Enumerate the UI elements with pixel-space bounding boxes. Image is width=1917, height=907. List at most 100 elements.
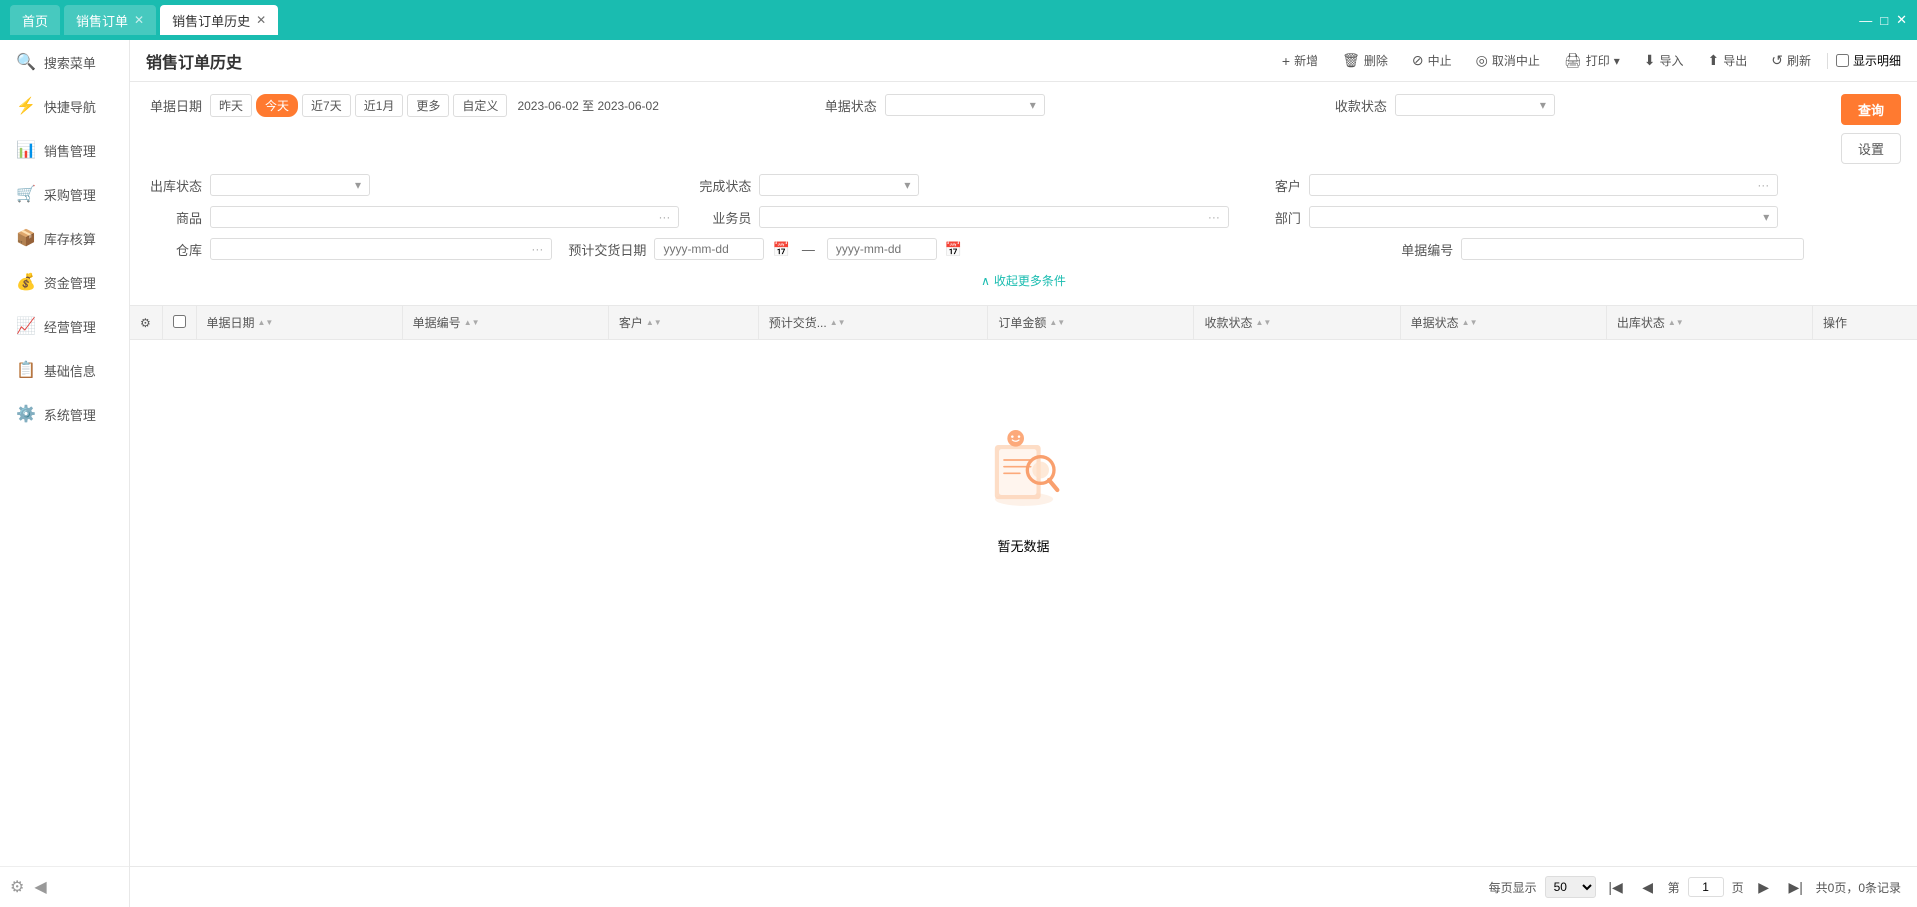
th-date[interactable]: 单据日期 ▲▼ <box>196 306 402 340</box>
salesperson-field[interactable]: ··· <box>759 206 1228 228</box>
sidebar-item-search-label: 搜索菜单 <box>44 53 96 72</box>
system-icon: ⚙️ <box>16 404 36 424</box>
expected-date-to[interactable] <box>827 238 937 260</box>
show-detail-checkbox[interactable] <box>1836 54 1849 67</box>
bill-status-arrow: ▾ <box>1030 98 1036 112</box>
date-range-text: 2023-06-02 至 2023-06-02 <box>517 97 658 114</box>
sort-bill-status[interactable]: 单据状态 ▲▼ <box>1411 314 1478 331</box>
sidebar-item-sales-label: 销售管理 <box>44 141 96 160</box>
page-label-suffix: 页 <box>1732 879 1744 896</box>
tab-sales-order-close[interactable]: ✕ <box>134 13 144 27</box>
sort-date[interactable]: 单据日期 ▲▼ <box>207 314 274 331</box>
sort-payment-status[interactable]: 收款状态 ▲▼ <box>1204 314 1271 331</box>
content-area: 销售订单历史 + 新增 🗑 删除 ⊘ 中止 ◎ 取消中止 <box>130 40 1917 907</box>
bill-status-select[interactable]: ▾ <box>885 94 1045 116</box>
sidebar-collapse-icon[interactable]: ◀ <box>34 877 46 897</box>
sidebar-item-inventory[interactable]: 📦 库存核算 <box>0 216 129 260</box>
expected-date-from[interactable] <box>654 238 764 260</box>
tab-sales-order-history[interactable]: 销售订单历史 ✕ <box>160 5 278 35</box>
sort-shipment-status[interactable]: 出库状态 ▲▼ <box>1617 314 1684 331</box>
th-date-label: 单据日期 <box>207 314 255 331</box>
warehouse-field[interactable]: ··· <box>210 238 552 260</box>
bill-number-input[interactable] <box>1461 238 1803 260</box>
delete-button[interactable]: 🗑 删除 <box>1334 48 1396 73</box>
sort-customer[interactable]: 客户 ▲▼ <box>619 314 662 331</box>
tab-sales-order-history-label: 销售订单历史 <box>172 11 250 30</box>
window-minimize[interactable]: — <box>1859 13 1872 28</box>
tab-home-label: 首页 <box>22 11 48 30</box>
sidebar-item-finance[interactable]: 💰 资金管理 <box>0 260 129 304</box>
goods-field[interactable]: ··· <box>210 206 679 228</box>
query-button[interactable]: 查询 <box>1841 94 1901 125</box>
sidebar-item-operations[interactable]: 📈 经营管理 <box>0 304 129 348</box>
export-button[interactable]: ⬆ 导出 <box>1699 48 1755 73</box>
import-icon: ⬇ <box>1644 52 1656 69</box>
settings-icon[interactable]: ⚙ <box>140 316 151 330</box>
refresh-icon: ↺ <box>1771 52 1783 69</box>
show-detail-checkbox-label[interactable]: 显示明细 <box>1836 52 1901 69</box>
print-button[interactable]: 🖨 打印 ▾ <box>1556 48 1628 73</box>
th-payment-status[interactable]: 收款状态 ▲▼ <box>1194 306 1400 340</box>
th-payment-status-label: 收款状态 <box>1204 314 1252 331</box>
sort-expected-date[interactable]: 预计交货... ▲▼ <box>769 314 846 331</box>
prev-page-button[interactable]: ◀ <box>1636 875 1660 899</box>
import-button[interactable]: ⬇ 导入 <box>1636 48 1692 73</box>
sidebar-item-search[interactable]: 🔍 搜索菜单 <box>0 40 129 84</box>
window-close[interactable]: ✕ <box>1896 12 1907 28</box>
collapse-label: 收起更多条件 <box>994 272 1066 289</box>
collapse-row[interactable]: ∧ 收起更多条件 <box>146 268 1901 293</box>
th-expected-date[interactable]: 预计交货... ▲▼ <box>758 306 988 340</box>
date-btn-custom[interactable]: 自定义 <box>453 94 507 117</box>
tab-sales-order-history-close[interactable]: ✕ <box>256 13 266 27</box>
sort-order-amount[interactable]: 订单金额 ▲▼ <box>998 314 1065 331</box>
stop-button[interactable]: ⊘ 中止 <box>1404 48 1460 73</box>
first-page-button[interactable]: |◀ <box>1604 875 1628 899</box>
department-select[interactable]: ▾ <box>1309 206 1778 228</box>
th-checkbox[interactable] <box>162 306 196 340</box>
sidebar-item-quicknav[interactable]: ⚡ 快捷导航 <box>0 84 129 128</box>
customer-label: 客户 <box>1245 176 1301 195</box>
tab-sales-order[interactable]: 销售订单 ✕ <box>64 5 156 35</box>
expected-date-label: 预计交货日期 <box>568 240 646 259</box>
sidebar-item-purchase[interactable]: 🛒 采购管理 <box>0 172 129 216</box>
th-bill-status[interactable]: 单据状态 ▲▼ <box>1400 306 1606 340</box>
shipment-status-select[interactable]: ▾ <box>210 174 370 196</box>
date-btn-more[interactable]: 更多 <box>407 94 449 117</box>
th-order-amount[interactable]: 订单金额 ▲▼ <box>988 306 1194 340</box>
th-settings[interactable]: ⚙ <box>130 306 162 340</box>
new-button[interactable]: + 新增 <box>1274 48 1326 73</box>
window-maximize[interactable]: □ <box>1880 13 1888 28</box>
refresh-button[interactable]: ↺ 刷新 <box>1763 48 1819 73</box>
th-bill-number[interactable]: 单据编号 ▲▼ <box>402 306 608 340</box>
empty-state: 暂无数据 <box>130 340 1917 635</box>
sidebar-item-basic-info[interactable]: 📋 基础信息 <box>0 348 129 392</box>
date-btn-7days[interactable]: 近7天 <box>302 94 351 117</box>
calendar-to-icon[interactable]: 📅 <box>945 241 962 258</box>
th-customer[interactable]: 客户 ▲▼ <box>608 306 758 340</box>
next-page-button[interactable]: ▶ <box>1752 875 1776 899</box>
toolbar-divider <box>1827 53 1828 69</box>
settings-button[interactable]: 设置 <box>1841 133 1901 164</box>
warehouse-label: 仓库 <box>146 240 202 259</box>
customer-field[interactable]: ··· <box>1309 174 1778 196</box>
last-page-button[interactable]: ▶| <box>1784 875 1808 899</box>
select-all-checkbox[interactable] <box>173 315 186 328</box>
sidebar-item-system[interactable]: ⚙️ 系统管理 <box>0 392 129 436</box>
page-size-select[interactable]: 50 20 100 <box>1545 876 1596 898</box>
tab-home[interactable]: 首页 <box>10 5 60 35</box>
customer-dots: ··· <box>1757 178 1769 192</box>
sidebar-item-sales[interactable]: 📊 销售管理 <box>0 128 129 172</box>
print-arrow: ▾ <box>1614 54 1620 68</box>
date-btn-today[interactable]: 今天 <box>256 94 298 117</box>
cancel-stop-button[interactable]: ◎ 取消中止 <box>1468 48 1548 73</box>
sort-bill-number[interactable]: 单据编号 ▲▼ <box>413 314 480 331</box>
payment-status-select[interactable]: ▾ <box>1395 94 1555 116</box>
empty-text: 暂无数据 <box>997 536 1049 555</box>
th-shipment-status[interactable]: 出库状态 ▲▼ <box>1606 306 1812 340</box>
calendar-from-icon[interactable]: 📅 <box>772 241 789 258</box>
completion-status-select[interactable]: ▾ <box>759 174 919 196</box>
page-number-input[interactable] <box>1688 877 1724 897</box>
date-btn-yesterday[interactable]: 昨天 <box>210 94 252 117</box>
date-btn-1month[interactable]: 近1月 <box>355 94 404 117</box>
sidebar-settings-icon[interactable]: ⚙ <box>10 877 24 897</box>
